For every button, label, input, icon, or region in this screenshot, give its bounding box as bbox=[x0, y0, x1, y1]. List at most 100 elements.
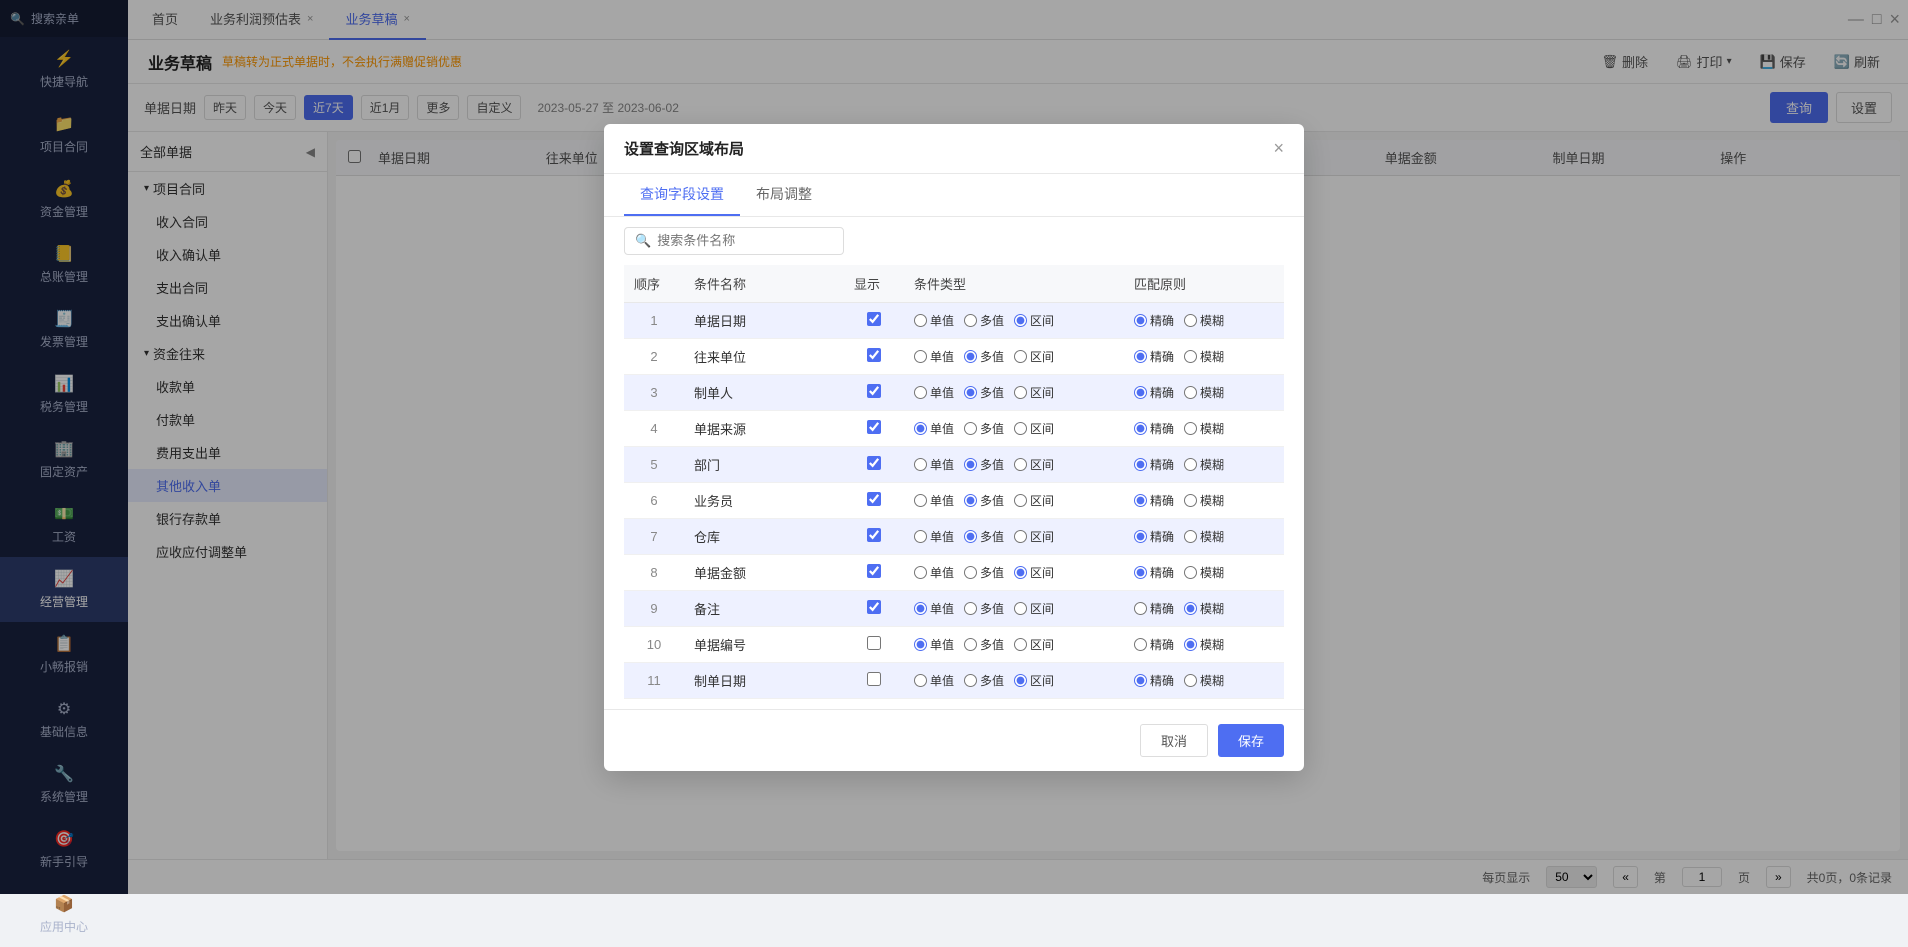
condition-option[interactable]: 区间 bbox=[1014, 528, 1054, 545]
match-option[interactable]: 精确 bbox=[1134, 636, 1174, 653]
modal-table-container: 顺序 条件名称 显示 条件类型 匹配原则 1单据日期单值多值区间精确模糊2往来单… bbox=[604, 265, 1304, 709]
show-checkbox[interactable] bbox=[867, 348, 881, 362]
show-checkbox[interactable] bbox=[867, 672, 881, 686]
condition-option[interactable]: 多值 bbox=[964, 312, 1004, 329]
condition-option[interactable]: 多值 bbox=[964, 600, 1004, 617]
modal-search-box[interactable]: 🔍 bbox=[624, 227, 844, 255]
condition-option[interactable]: 单值 bbox=[914, 528, 954, 545]
condition-option[interactable]: 区间 bbox=[1014, 384, 1054, 401]
save-button[interactable]: 保存 bbox=[1218, 724, 1284, 757]
match-option[interactable]: 精确 bbox=[1134, 564, 1174, 581]
show-cell bbox=[844, 374, 904, 410]
show-checkbox[interactable] bbox=[867, 492, 881, 506]
match-option[interactable]: 模糊 bbox=[1184, 492, 1224, 509]
condition-cell: 单值多值区间 bbox=[904, 410, 1124, 446]
name-cell: 备注 bbox=[684, 590, 844, 626]
modal-tab-field-settings[interactable]: 查询字段设置 bbox=[624, 174, 740, 216]
match-option[interactable]: 模糊 bbox=[1184, 600, 1224, 617]
col-name: 条件名称 bbox=[684, 265, 844, 303]
show-checkbox[interactable] bbox=[867, 312, 881, 326]
match-option[interactable]: 精确 bbox=[1134, 420, 1174, 437]
show-checkbox[interactable] bbox=[867, 420, 881, 434]
show-checkbox[interactable] bbox=[867, 528, 881, 542]
match-cell: 精确模糊 bbox=[1124, 518, 1284, 554]
show-checkbox[interactable] bbox=[867, 456, 881, 470]
condition-option[interactable]: 多值 bbox=[964, 420, 1004, 437]
match-option[interactable]: 模糊 bbox=[1184, 672, 1224, 689]
match-option[interactable]: 模糊 bbox=[1184, 636, 1224, 653]
show-checkbox[interactable] bbox=[867, 636, 881, 650]
modal-search-icon: 🔍 bbox=[635, 233, 651, 249]
match-cell: 精确模糊 bbox=[1124, 662, 1284, 698]
match-option[interactable]: 精确 bbox=[1134, 528, 1174, 545]
match-option[interactable]: 模糊 bbox=[1184, 564, 1224, 581]
modal-footer: 取消 保存 bbox=[604, 709, 1304, 771]
match-option[interactable]: 精确 bbox=[1134, 384, 1174, 401]
match-option[interactable]: 精确 bbox=[1134, 348, 1174, 365]
condition-option[interactable]: 单值 bbox=[914, 600, 954, 617]
condition-option[interactable]: 多值 bbox=[964, 456, 1004, 473]
table-row: 5部门单值多值区间精确模糊 bbox=[624, 446, 1284, 482]
match-option[interactable]: 精确 bbox=[1134, 492, 1174, 509]
condition-option[interactable]: 单值 bbox=[914, 348, 954, 365]
match-option[interactable]: 模糊 bbox=[1184, 312, 1224, 329]
name-cell: 单据来源 bbox=[684, 410, 844, 446]
condition-option[interactable]: 单值 bbox=[914, 420, 954, 437]
name-cell: 制单人 bbox=[684, 374, 844, 410]
condition-option[interactable]: 区间 bbox=[1014, 456, 1054, 473]
modal-tabs: 查询字段设置 布局调整 bbox=[604, 174, 1304, 217]
condition-option[interactable]: 区间 bbox=[1014, 492, 1054, 509]
seq-cell: 5 bbox=[624, 446, 684, 482]
condition-option[interactable]: 单值 bbox=[914, 456, 954, 473]
condition-option[interactable]: 多值 bbox=[964, 492, 1004, 509]
condition-option[interactable]: 区间 bbox=[1014, 348, 1054, 365]
cancel-button[interactable]: 取消 bbox=[1140, 724, 1208, 757]
condition-option[interactable]: 区间 bbox=[1014, 312, 1054, 329]
condition-option[interactable]: 区间 bbox=[1014, 420, 1054, 437]
show-cell bbox=[844, 410, 904, 446]
modal-overlay[interactable]: 设置查询区域布局 × 查询字段设置 布局调整 🔍 顺序 条件名称 bbox=[0, 0, 1908, 894]
condition-option[interactable]: 单值 bbox=[914, 636, 954, 653]
condition-option[interactable]: 多值 bbox=[964, 636, 1004, 653]
condition-option[interactable]: 单值 bbox=[914, 492, 954, 509]
condition-option[interactable]: 多值 bbox=[964, 564, 1004, 581]
modal-search-input[interactable] bbox=[657, 233, 817, 248]
match-option[interactable]: 模糊 bbox=[1184, 420, 1224, 437]
match-option[interactable]: 精确 bbox=[1134, 456, 1174, 473]
condition-option[interactable]: 多值 bbox=[964, 348, 1004, 365]
show-checkbox[interactable] bbox=[867, 564, 881, 578]
show-checkbox[interactable] bbox=[867, 600, 881, 614]
modal-close-btn[interactable]: × bbox=[1273, 138, 1284, 159]
match-option[interactable]: 模糊 bbox=[1184, 528, 1224, 545]
sidebar-item-label: 应用中心 bbox=[40, 918, 88, 935]
show-checkbox[interactable] bbox=[867, 384, 881, 398]
match-option[interactable]: 精确 bbox=[1134, 600, 1174, 617]
modal-header: 设置查询区域布局 × bbox=[604, 124, 1304, 174]
match-option[interactable]: 模糊 bbox=[1184, 348, 1224, 365]
condition-option[interactable]: 单值 bbox=[914, 564, 954, 581]
modal-table: 顺序 条件名称 显示 条件类型 匹配原则 1单据日期单值多值区间精确模糊2往来单… bbox=[624, 265, 1284, 699]
match-option[interactable]: 模糊 bbox=[1184, 384, 1224, 401]
condition-option[interactable]: 多值 bbox=[964, 384, 1004, 401]
seq-cell: 3 bbox=[624, 374, 684, 410]
condition-option[interactable]: 单值 bbox=[914, 672, 954, 689]
show-cell bbox=[844, 518, 904, 554]
seq-cell: 9 bbox=[624, 590, 684, 626]
modal-tab-layout-adjust[interactable]: 布局调整 bbox=[740, 174, 828, 216]
match-option[interactable]: 精确 bbox=[1134, 312, 1174, 329]
condition-option[interactable]: 区间 bbox=[1014, 672, 1054, 689]
condition-option[interactable]: 区间 bbox=[1014, 600, 1054, 617]
condition-option[interactable]: 单值 bbox=[914, 384, 954, 401]
col-match: 匹配原则 bbox=[1124, 265, 1284, 303]
condition-option[interactable]: 单值 bbox=[914, 312, 954, 329]
match-option[interactable]: 模糊 bbox=[1184, 456, 1224, 473]
condition-option[interactable]: 多值 bbox=[964, 672, 1004, 689]
match-cell: 精确模糊 bbox=[1124, 590, 1284, 626]
name-cell: 单据日期 bbox=[684, 302, 844, 338]
condition-option[interactable]: 多值 bbox=[964, 528, 1004, 545]
match-option[interactable]: 精确 bbox=[1134, 672, 1174, 689]
condition-option[interactable]: 区间 bbox=[1014, 564, 1054, 581]
seq-cell: 2 bbox=[624, 338, 684, 374]
condition-option[interactable]: 区间 bbox=[1014, 636, 1054, 653]
name-cell: 仓库 bbox=[684, 518, 844, 554]
